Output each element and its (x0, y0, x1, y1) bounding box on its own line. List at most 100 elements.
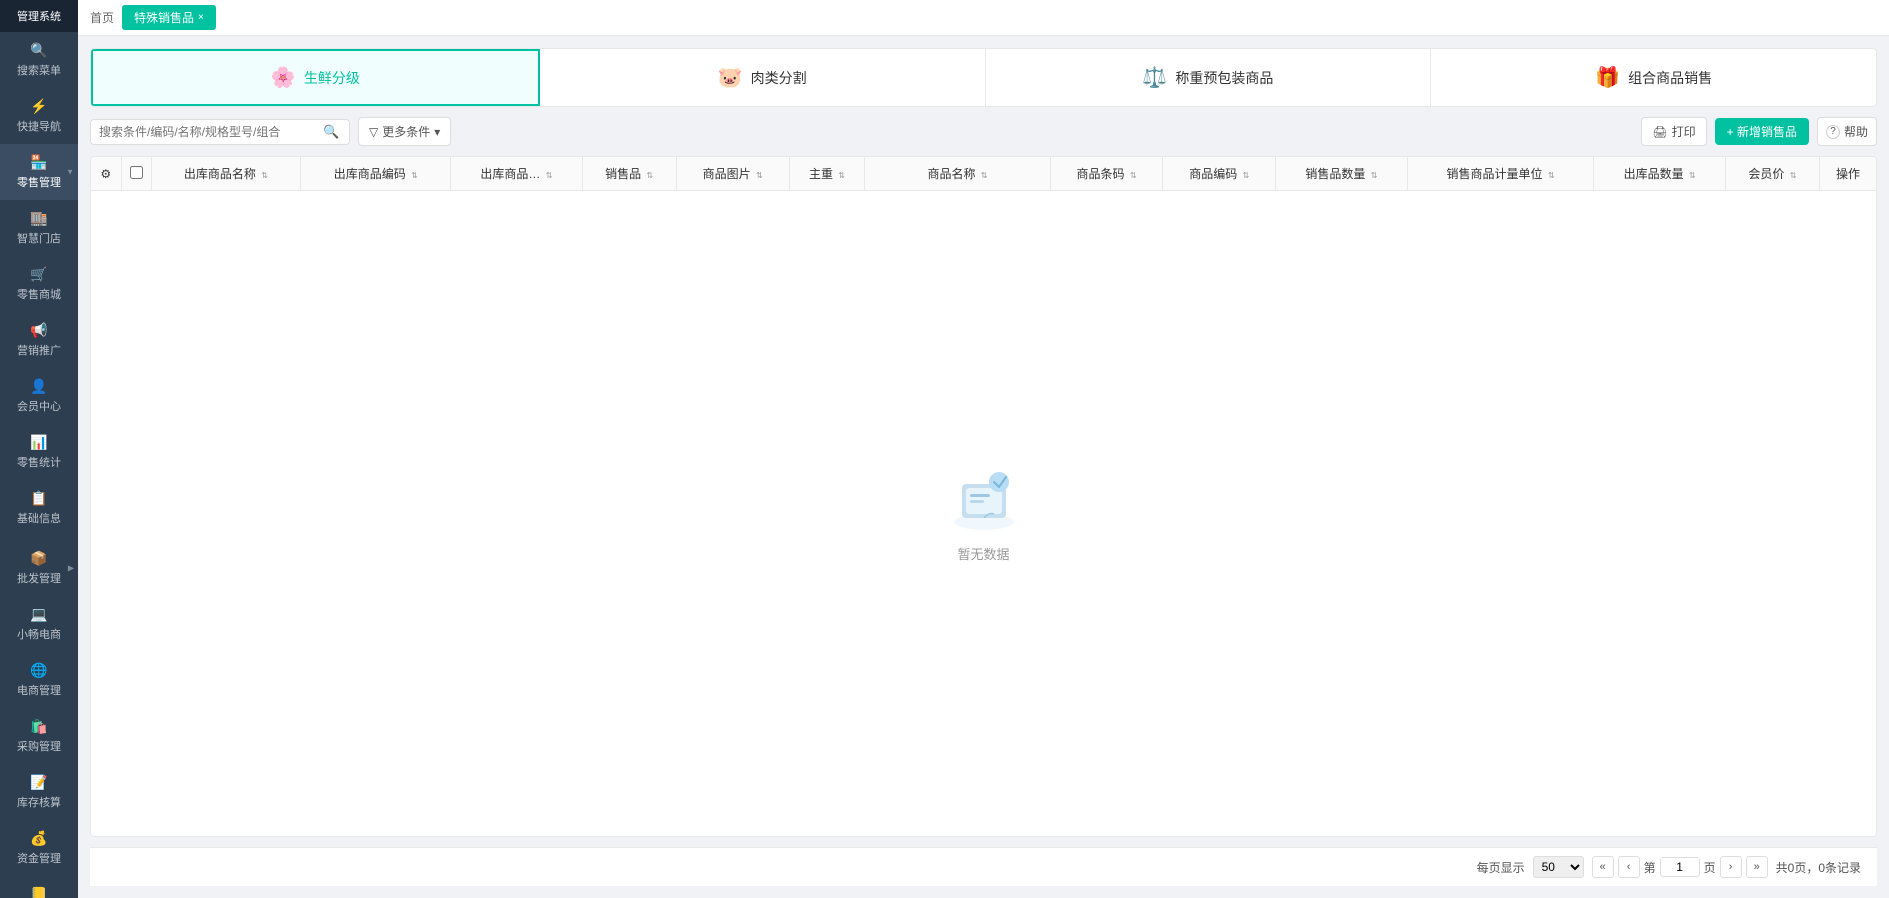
add-label: + 新增销售品 (1727, 123, 1797, 140)
sidebar: 管理系统 🔍 搜索菜单 ⚡ 快捷导航 🏪 零售管理 🏬 智慧门店 🛒 零售商城 … (0, 0, 78, 898)
smartstore-icon: 🏬 (30, 210, 47, 227)
th-sale-item[interactable]: 销售品 ⇅ (582, 157, 676, 191)
sidebar-item-marketing[interactable]: 📢 营销推广 (0, 312, 78, 368)
category-tabs: 🌸 生鲜分级 🐷 肉类分割 ⚖️ 称重预包装商品 🎁 组合商品销售 (90, 48, 1877, 107)
th-member-price[interactable]: 会员价 ⇅ (1725, 157, 1819, 191)
pagination: 每页显示 50 10 20 100 « ‹ 第 页 › » 共0页，0条记录 (90, 847, 1877, 886)
help-icon: ? (1826, 125, 1840, 139)
search-input[interactable] (99, 125, 319, 139)
th-operation: 操作 (1820, 157, 1876, 191)
sidebar-item-label: 零售统计 (17, 454, 61, 470)
computer-icon: 💻 (30, 606, 47, 623)
th-barcode[interactable]: 商品条码 ⇅ (1050, 157, 1163, 191)
cat-tab-label: 称重预包装商品 (1175, 68, 1273, 88)
th-image[interactable]: 商品图片 ⇅ (676, 157, 789, 191)
category-tab-combo[interactable]: 🎁 组合商品销售 (1431, 49, 1876, 106)
app-logo: 管理系统 (0, 0, 78, 32)
category-tab-meat[interactable]: 🐷 肉类分割 (540, 49, 986, 106)
prev-page-button[interactable]: ‹ (1618, 856, 1640, 878)
active-tab[interactable]: 特殊销售品 × (122, 5, 216, 30)
search-icon: 🔍 (323, 124, 339, 140)
add-button[interactable]: + 新增销售品 (1715, 118, 1809, 145)
toolbar: 🔍 ▽ 更多条件 ▾ 🖨 打印 + 新增销售品 ? 帮助 (90, 117, 1877, 146)
megaphone-icon: 📢 (30, 322, 47, 339)
th-weight[interactable]: 主重 ⇅ (789, 157, 865, 191)
select-all-checkbox[interactable] (130, 166, 143, 179)
search-icon: 🔍 (30, 42, 47, 59)
th-sale-unit[interactable]: 销售商品计量单位 ⇅ (1407, 157, 1594, 191)
next-page-button[interactable]: › (1720, 856, 1742, 878)
th-out-code[interactable]: 出库商品编码 ⇅ (301, 157, 451, 191)
sort-icon: ⇅ (1548, 171, 1555, 180)
sidebar-item-ledger[interactable]: 📒 总账管理 (0, 876, 78, 898)
category-tab-fresh[interactable]: 🌸 生鲜分级 (91, 49, 540, 106)
per-page-select[interactable]: 50 10 20 100 (1533, 856, 1584, 878)
sort-icon: ⇅ (411, 171, 418, 180)
page-nav: « ‹ 第 页 › » (1592, 856, 1768, 878)
th-checkbox[interactable] (121, 157, 151, 191)
first-page-button[interactable]: « (1592, 856, 1614, 878)
th-out-spec[interactable]: 出库商品… ⇅ (451, 157, 582, 191)
sidebar-item-label: 搜索菜单 (17, 62, 61, 78)
sidebar-item-label: 快捷导航 (17, 118, 61, 134)
sidebar-item-quicknav[interactable]: ⚡ 快捷导航 (0, 88, 78, 144)
sidebar-item-smallshop[interactable]: 💻 小畅电商 (0, 596, 78, 652)
book-icon: 📒 (30, 886, 47, 898)
last-page-button[interactable]: » (1746, 856, 1768, 878)
th-sku[interactable]: 商品编码 ⇅ (1163, 157, 1276, 191)
sidebar-item-retailstat[interactable]: 📊 零售统计 (0, 424, 78, 480)
sort-icon: ⇅ (1243, 171, 1250, 180)
content-area: 🌸 生鲜分级 🐷 肉类分割 ⚖️ 称重预包装商品 🎁 组合商品销售 🔍 (78, 36, 1889, 898)
sidebar-item-label: 零售管理 (17, 174, 61, 190)
th-name[interactable]: 商品名称 ⇅ (865, 157, 1050, 191)
print-label: 打印 (1672, 123, 1696, 140)
settings-icon: ⚙ (100, 167, 111, 181)
sidebar-item-member[interactable]: 👤 会员中心 (0, 368, 78, 424)
tab-label: 特殊销售品 (134, 9, 194, 26)
sort-icon: ⇅ (838, 171, 845, 180)
money-icon: 💰 (30, 830, 47, 847)
page-unit-label: 页 (1704, 859, 1716, 876)
search-box[interactable]: 🔍 (90, 119, 350, 145)
filter-icon: ▽ (369, 125, 378, 139)
filter-label: 更多条件 (382, 123, 430, 140)
th-out-name[interactable]: 出库商品名称 ⇅ (151, 157, 301, 191)
cat-tab-label: 肉类分割 (751, 68, 807, 88)
scale-icon: ⚖️ (1142, 65, 1167, 90)
sort-icon: ⇅ (1371, 171, 1378, 180)
sidebar-item-label: 资金管理 (17, 850, 61, 866)
th-sale-qty[interactable]: 销售品数量 ⇅ (1276, 157, 1407, 191)
sort-icon: ⇅ (1790, 171, 1797, 180)
sidebar-item-label: 电商管理 (17, 682, 61, 698)
page-label: 第 (1644, 859, 1656, 876)
empty-state: 暂无数据 (91, 191, 1876, 836)
sort-icon: ⇅ (981, 171, 988, 180)
sidebar-item-wholesale[interactable]: 📦 批发管理 (0, 540, 78, 596)
sidebar-item-ecommerce[interactable]: 🌐 电商管理 (0, 652, 78, 708)
category-tab-weight[interactable]: ⚖️ 称重预包装商品 (986, 49, 1432, 106)
page-input[interactable] (1660, 857, 1700, 877)
home-link[interactable]: 首页 (90, 9, 114, 26)
sidebar-item-basicinfo[interactable]: 📋 基础信息 (0, 480, 78, 536)
sidebar-item-label: 采购管理 (17, 738, 61, 754)
sort-icon: ⇅ (261, 171, 268, 180)
sidebar-item-retail[interactable]: 🏪 零售管理 (0, 144, 78, 200)
help-button[interactable]: ? 帮助 (1817, 117, 1877, 146)
sidebar-item-retailmall[interactable]: 🛒 零售商城 (0, 256, 78, 312)
total-info: 共0页，0条记录 (1776, 859, 1861, 876)
sidebar-item-smartstore[interactable]: 🏬 智慧门店 (0, 200, 78, 256)
filter-button[interactable]: ▽ 更多条件 ▾ (358, 117, 451, 146)
th-out-qty[interactable]: 出库品数量 ⇅ (1594, 157, 1725, 191)
th-settings[interactable]: ⚙ (91, 157, 121, 191)
sidebar-item-inventory[interactable]: 📝 库存核算 (0, 764, 78, 820)
table-header: ⚙ 出库商品名称 ⇅ 出库商品编码 ⇅ (91, 157, 1876, 191)
print-icon: 🖨 (1652, 125, 1667, 139)
bag-icon: 🛍️ (30, 718, 47, 735)
sidebar-item-search[interactable]: 🔍 搜索菜单 (0, 32, 78, 88)
data-table: ⚙ 出库商品名称 ⇅ 出库商品编码 ⇅ (91, 157, 1876, 191)
sidebar-item-purchase[interactable]: 🛍️ 采购管理 (0, 708, 78, 764)
tab-close-button[interactable]: × (198, 12, 204, 23)
print-button[interactable]: 🖨 打印 (1641, 117, 1706, 146)
sidebar-item-finance[interactable]: 💰 资金管理 (0, 820, 78, 876)
per-page-label: 每页显示 (1477, 859, 1525, 876)
